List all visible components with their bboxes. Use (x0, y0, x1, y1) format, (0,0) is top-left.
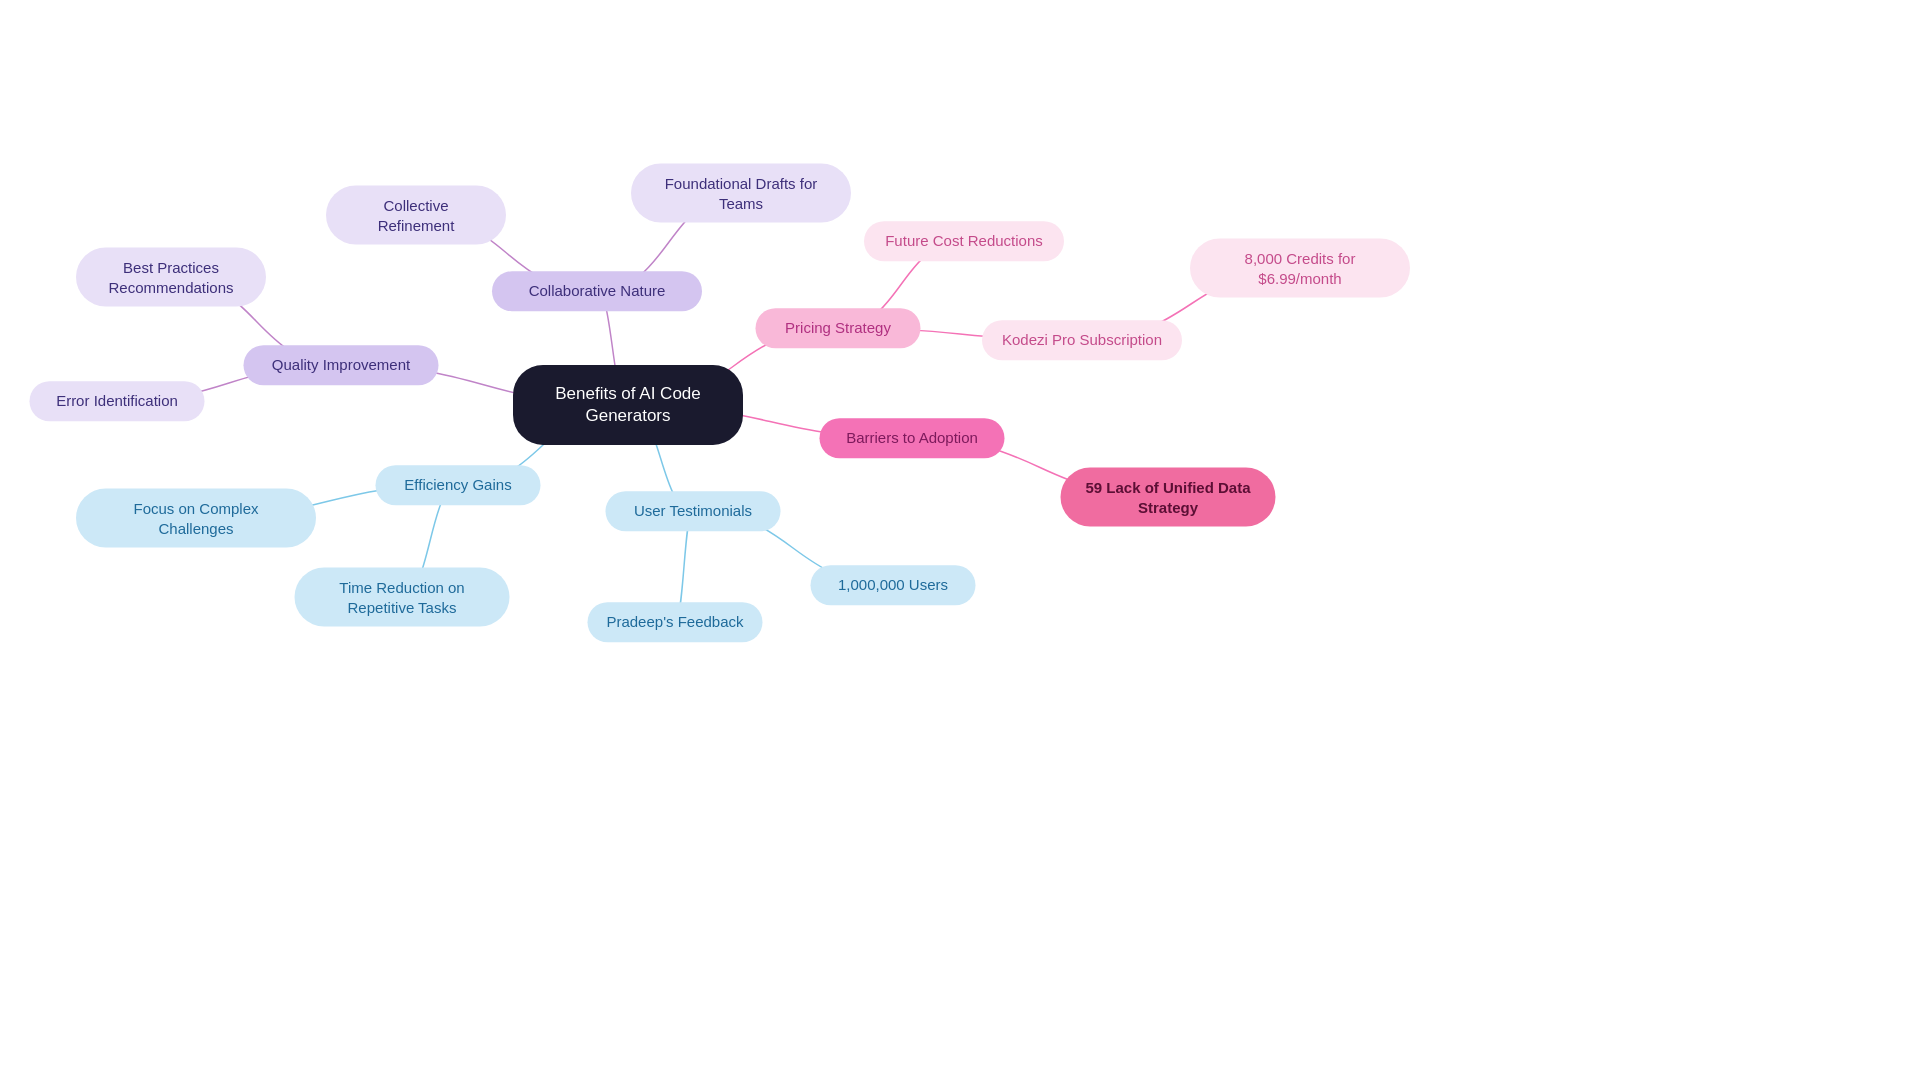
collaborative-nature-node[interactable]: Collaborative Nature (492, 271, 702, 311)
error-identification-node[interactable]: Error Identification (30, 381, 205, 421)
lack-unified-data-node[interactable]: 59 Lack of Unified Data Strategy (1061, 468, 1276, 527)
future-cost-reductions-node[interactable]: Future Cost Reductions (864, 221, 1064, 261)
pricing-strategy-node[interactable]: Pricing Strategy (756, 308, 921, 348)
barriers-adoption-node[interactable]: Barriers to Adoption (820, 418, 1005, 458)
center-node[interactable]: Benefits of AI Code Generators (513, 365, 743, 445)
million-users-node[interactable]: 1,000,000 Users (811, 565, 976, 605)
mindmap-container: Benefits of AI Code Generators Collaborat… (0, 0, 1920, 1083)
time-reduction-node[interactable]: Time Reduction on Repetitive Tasks (295, 568, 510, 627)
credits-node[interactable]: 8,000 Credits for $6.99/month (1190, 239, 1410, 298)
user-testimonials-node[interactable]: User Testimonials (606, 491, 781, 531)
pradeep-feedback-node[interactable]: Pradeep's Feedback (588, 602, 763, 642)
foundational-drafts-node[interactable]: Foundational Drafts for Teams (631, 164, 851, 223)
focus-complex-node[interactable]: Focus on Complex Challenges (76, 489, 316, 548)
collective-refinement-node[interactable]: Collective Refinement (326, 186, 506, 245)
efficiency-gains-node[interactable]: Efficiency Gains (376, 465, 541, 505)
best-practices-node[interactable]: Best Practices Recommendations (76, 248, 266, 307)
quality-improvement-node[interactable]: Quality Improvement (244, 345, 439, 385)
kodezi-pro-node[interactable]: Kodezi Pro Subscription (982, 320, 1182, 360)
